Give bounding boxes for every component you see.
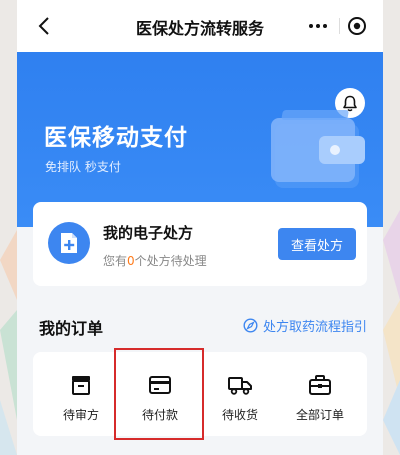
prescription-card: 我的电子处方 您有0个处方待处理 查看处方 bbox=[33, 202, 367, 286]
more-dots-icon bbox=[309, 24, 313, 28]
pending-count: 0 bbox=[127, 254, 135, 268]
briefcase-icon bbox=[309, 375, 331, 395]
orders-section-title: 我的订单 bbox=[39, 319, 104, 338]
banner-title: 医保移动支付 bbox=[44, 125, 188, 151]
order-tab-label: 待审方 bbox=[62, 408, 99, 422]
prescription-guide-link[interactable]: 处方取药流程指引 bbox=[243, 316, 367, 335]
order-tab-pending-delivery[interactable]: 待收货 bbox=[200, 352, 280, 436]
highlight-box bbox=[114, 348, 204, 440]
prescription-card-title: 我的电子处方 bbox=[103, 224, 194, 242]
more-options-button[interactable] bbox=[305, 17, 331, 35]
banner-subtitle: 免排队 秒支付 bbox=[45, 160, 121, 174]
order-tab-label: 待收货 bbox=[221, 408, 258, 422]
order-tab-label: 全部订单 bbox=[295, 408, 344, 422]
payment-banner: 医保移动支付 免排队 秒支付 bbox=[17, 52, 383, 227]
close-miniprogram-button[interactable] bbox=[347, 16, 367, 36]
view-prescription-button[interactable]: 查看处方 bbox=[278, 228, 356, 260]
delivery-truck-icon bbox=[228, 377, 252, 395]
prescription-count-text: 您有0个处方待处理 bbox=[103, 254, 207, 268]
app-screen: 医保处方流转服务 医保移动支付 免排队 秒支付 我的电子处方 您有0个处方待处理… bbox=[17, 0, 383, 455]
order-tab-all-orders[interactable]: 全部订单 bbox=[280, 352, 360, 436]
pending-review-icon bbox=[72, 376, 90, 395]
wallet-illustration bbox=[271, 110, 365, 188]
order-tab-pending-review[interactable]: 待审方 bbox=[41, 352, 121, 436]
top-navigation-bar: 医保处方流转服务 bbox=[17, 0, 383, 52]
bell-icon bbox=[343, 95, 357, 111]
compass-icon bbox=[243, 318, 258, 333]
prescription-document-icon bbox=[48, 222, 90, 264]
capsule-divider bbox=[339, 18, 340, 34]
guide-link-label: 处方取药流程指引 bbox=[263, 320, 368, 335]
